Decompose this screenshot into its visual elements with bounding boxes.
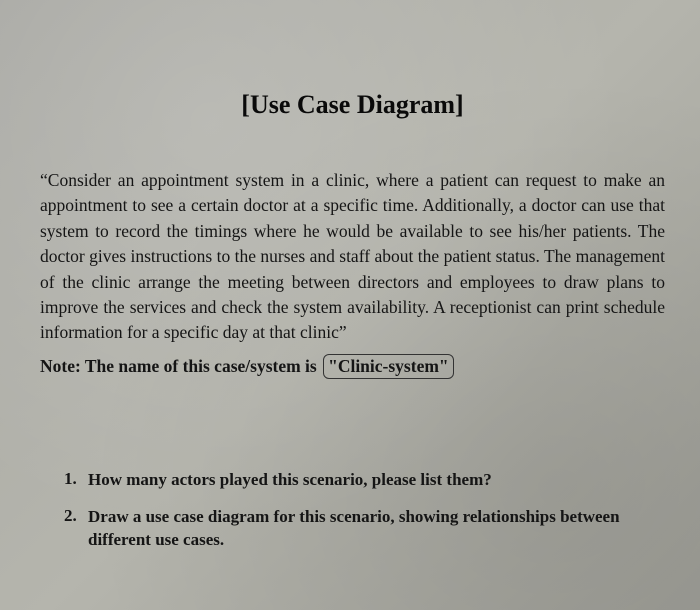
question-list: 1. How many actors played this scenario,… — [40, 469, 665, 552]
note-line: Note: The name of this case/system is "C… — [40, 354, 665, 379]
question-number: 2. — [64, 506, 88, 552]
question-text: How many actors played this scenario, pl… — [88, 469, 665, 492]
question-text: Draw a use case diagram for this scenari… — [88, 506, 665, 552]
note-prefix: Note: The name of this case/system is — [40, 356, 321, 376]
document-content: [Use Case Diagram] “Consider an appointm… — [40, 90, 665, 551]
list-item: 2. Draw a use case diagram for this scen… — [64, 506, 665, 552]
page-title: [Use Case Diagram] — [40, 90, 665, 120]
list-item: 1. How many actors played this scenario,… — [64, 469, 665, 492]
scenario-paragraph: “Consider an appointment system in a cli… — [40, 168, 665, 346]
system-name-box: "Clinic-system" — [323, 354, 454, 379]
question-number: 1. — [64, 469, 88, 492]
